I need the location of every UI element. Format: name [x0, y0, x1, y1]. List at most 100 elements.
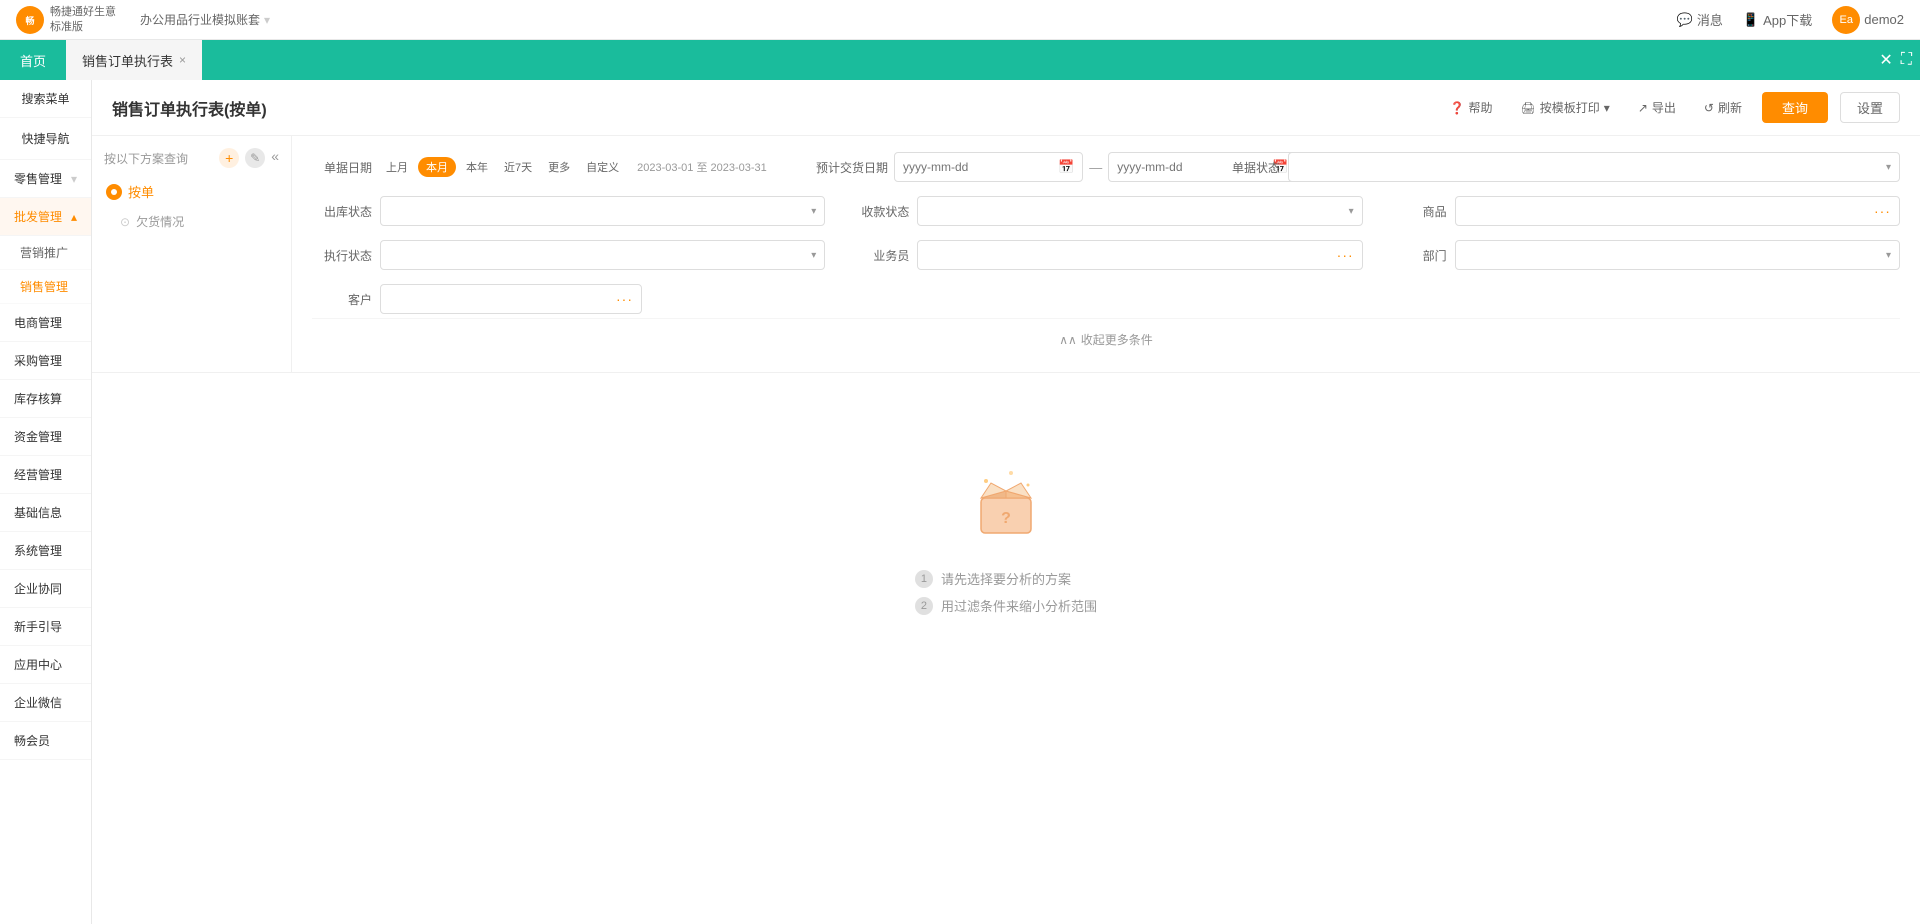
scheme-edit-btn[interactable]: ✎ [245, 148, 265, 168]
scheme-collapse-btn[interactable]: « [271, 148, 279, 168]
sidebar-item-inventory[interactable]: 库存核算 [0, 380, 91, 418]
goods-select[interactable]: ··· [1455, 196, 1900, 226]
tab-bar-expand-btn[interactable]: ⛶ [1901, 51, 1912, 69]
sidebar-item-search-menu[interactable]: 搜索菜单 [0, 80, 91, 118]
date-btn-thisyear[interactable]: 本年 [460, 157, 494, 177]
sidebar-item-member[interactable]: 畅会员 [0, 722, 91, 760]
customer-select[interactable]: ··· [380, 284, 642, 314]
breadcrumb-arrow-icon: ▾ [264, 13, 270, 27]
sidebar-item-finance[interactable]: 资金管理 [0, 418, 91, 456]
date-btn-custom[interactable]: 自定义 [580, 157, 625, 177]
date-separator: — [1089, 160, 1102, 175]
user-action[interactable]: Ea demo2 [1832, 6, 1904, 34]
tab-close-icon[interactable]: × [179, 53, 186, 67]
customer-dots[interactable]: ··· [616, 291, 633, 307]
execution-label: 执行状态 [312, 247, 372, 264]
collapse-icon: ∧∧ [1059, 333, 1077, 347]
tab-sales-execution[interactable]: 销售订单执行表 × [66, 40, 202, 80]
filter-item-status: 单据状态 ▾ [1220, 152, 1900, 182]
refresh-icon: ↺ [1704, 101, 1714, 115]
filter-row-4: 客户 ··· [312, 284, 1900, 314]
scheme-add-btn[interactable]: + [219, 148, 239, 168]
payment-label: 收款状态 [849, 203, 909, 220]
sidebar-sub-item-marketing[interactable]: 营销推广 [0, 236, 91, 270]
logo-text: 畅捷通好生意 标准版 [50, 5, 116, 34]
sidebar-sub-item-sales[interactable]: 销售管理 [0, 270, 91, 304]
top-header: 畅 畅捷通好生意 标准版 办公用品行业模拟账套 ▾ 💬 消息 📱 App下载 E… [0, 0, 1920, 40]
date-quick-btns: 上月 本月 本年 近7天 更多 自定义 [380, 157, 625, 177]
department-label: 部门 [1387, 247, 1447, 264]
header-right: 💬 消息 📱 App下载 Ea demo2 [1677, 6, 1904, 34]
calendar-start-icon[interactable]: 📅 [1058, 159, 1074, 175]
scheme-panel: 按以下方案查询 + ✎ « 按单 ⊙ [92, 136, 292, 372]
filter-row-3: 执行状态 ▾ 业务员 ··· [312, 240, 1900, 270]
payment-select[interactable]: ▾ [917, 196, 1362, 226]
date-btn-thismonth[interactable]: 本月 [418, 157, 456, 177]
expected-date-start-input[interactable] [903, 160, 1058, 174]
scheme-sub-item-shortage[interactable]: ⊙ 欠货情况 [92, 207, 291, 236]
page-header-actions: ❓ 帮助 🖨 按模板打印 ▾ ↗ 导出 ↺ 刷新 [1442, 92, 1900, 123]
delivery-label: 出库状态 [312, 203, 372, 220]
scheme-item-by-order[interactable]: 按单 [92, 176, 291, 207]
filter-item-goods: 商品 ··· [1387, 196, 1900, 226]
filter-item-department: 部门 ▾ [1387, 240, 1900, 270]
query-button[interactable]: 查询 [1762, 92, 1828, 123]
sidebar-item-wechat[interactable]: 企业微信 [0, 684, 91, 722]
export-icon: ↗ [1638, 101, 1648, 115]
message-action[interactable]: 💬 消息 [1677, 10, 1723, 29]
help-button[interactable]: ❓ 帮助 [1442, 95, 1501, 120]
template-print-button[interactable]: 🖨 按模板打印 ▾ [1513, 95, 1618, 120]
filter-row-2: 出库状态 ▾ 收款状态 ▾ [312, 196, 1900, 226]
collapse-filter-button[interactable]: ∧∧ 收起更多条件 [1047, 327, 1165, 352]
settings-button[interactable]: 设置 [1840, 92, 1900, 123]
avatar: Ea [1832, 6, 1860, 34]
scheme-panel-actions: + ✎ « [219, 148, 279, 168]
delivery-select[interactable]: ▾ [380, 196, 825, 226]
salesperson-select[interactable]: ··· [917, 240, 1362, 270]
refresh-button[interactable]: ↺ 刷新 [1696, 95, 1750, 120]
tab-home[interactable]: 首页 [0, 40, 66, 80]
sidebar-item-system[interactable]: 系统管理 [0, 532, 91, 570]
svg-text:?: ? [1001, 510, 1011, 527]
status-arrow-icon: ▾ [1886, 162, 1891, 173]
status-select[interactable]: ▾ [1288, 152, 1900, 182]
filter-item-expected-date: 预计交货日期 📅 — 📅 [816, 152, 1196, 182]
date-btn-lastmonth[interactable]: 上月 [380, 157, 414, 177]
sidebar-item-guide[interactable]: 新手引导 [0, 608, 91, 646]
sidebar-item-app-center[interactable]: 应用中心 [0, 646, 91, 684]
sidebar-item-retail[interactable]: 零售管理 ▾ [0, 160, 91, 198]
sidebar-item-purchase[interactable]: 采购管理 [0, 342, 91, 380]
date-btn-more[interactable]: 更多 [542, 157, 576, 177]
date-btn-7days[interactable]: 近7天 [498, 157, 538, 177]
execution-select[interactable]: ▾ [380, 240, 825, 270]
sidebar-item-ecommerce[interactable]: 电商管理 [0, 304, 91, 342]
print-icon: 🖨 [1521, 101, 1536, 115]
sidebar-item-wholesale[interactable]: 批发管理 ▴ [0, 198, 91, 236]
help-icon: ❓ [1450, 101, 1465, 115]
sidebar-item-operation[interactable]: 经营管理 [0, 456, 91, 494]
department-select[interactable]: ▾ [1455, 240, 1900, 270]
status-label: 单据状态 [1220, 159, 1280, 176]
filter-actions-row: ∧∧ 收起更多条件 [312, 318, 1900, 356]
sidebar-item-quick-nav[interactable]: 快捷导航 [0, 118, 91, 160]
scheme-sub-icon: ⊙ [120, 215, 130, 229]
tab-bar-close-btn[interactable]: ✕ [1879, 50, 1892, 70]
empty-num-1: 1 [915, 570, 933, 588]
app-download-action[interactable]: 📱 App下载 [1743, 10, 1812, 29]
customer-label: 客户 [312, 291, 372, 308]
app-download-icon: 📱 [1743, 12, 1759, 28]
empty-text-item-1: 1 请先选择要分析的方案 [915, 569, 1097, 588]
salesperson-dots[interactable]: ··· [1337, 247, 1354, 263]
salesperson-label: 业务员 [849, 247, 909, 264]
export-button[interactable]: ↗ 导出 [1630, 95, 1684, 120]
filter-item-delivery: 出库状态 ▾ [312, 196, 825, 226]
department-arrow-icon: ▾ [1886, 250, 1891, 261]
filter-item-payment: 收款状态 ▾ [849, 196, 1362, 226]
logo-area: 畅 畅捷通好生意 标准版 [16, 5, 116, 34]
sidebar-item-enterprise[interactable]: 企业协同 [0, 570, 91, 608]
goods-dots[interactable]: ··· [1874, 203, 1891, 219]
filter-wrapper: 按以下方案查询 + ✎ « 按单 ⊙ [92, 136, 1920, 373]
goods-label: 商品 [1387, 203, 1447, 220]
sidebar-item-basic-info[interactable]: 基础信息 [0, 494, 91, 532]
empty-text-list: 1 请先选择要分析的方案 2 用过滤条件来缩小分析范围 [915, 569, 1097, 615]
